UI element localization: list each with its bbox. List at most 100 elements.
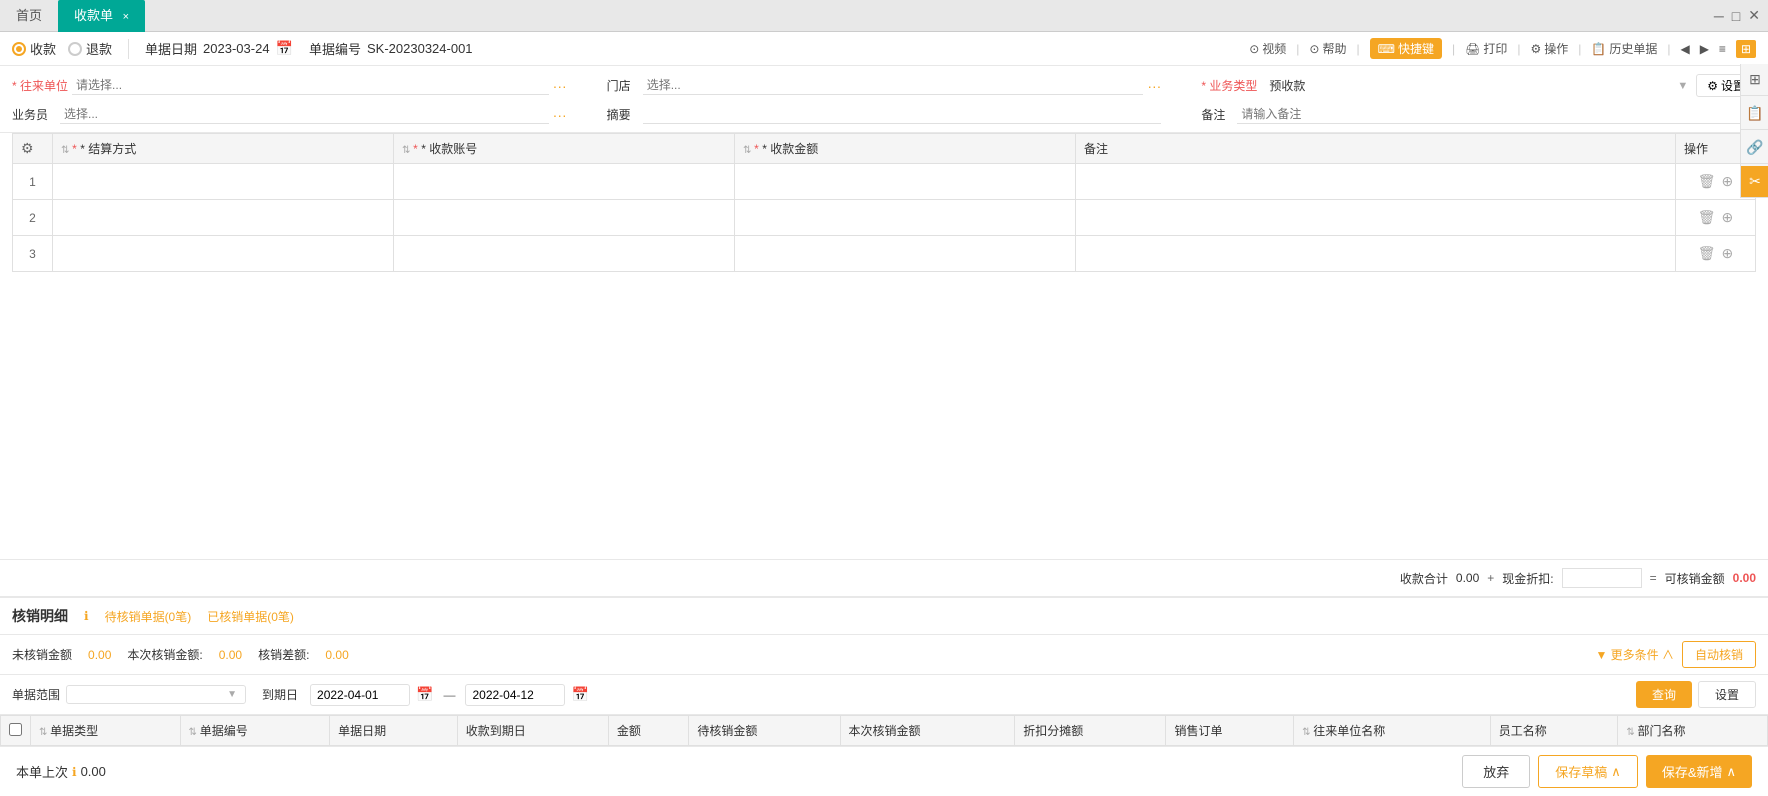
footer-actions: 放弃 保存草稿 ∧ 保存&新增 ∧ — [1462, 755, 1752, 788]
date-from-input[interactable] — [310, 684, 410, 706]
tab-home[interactable]: 首页 — [0, 0, 58, 32]
delete-icon[interactable]: 🗑 — [1698, 209, 1716, 226]
receipt-refund-toggle: 收款 退款 — [12, 39, 112, 58]
sort-icon: ⇅ — [61, 145, 72, 156]
col-due: 收款到期日 — [457, 716, 608, 746]
settlement-cell[interactable] — [53, 200, 394, 236]
video-btn[interactable]: ⊙ 视频 — [1249, 40, 1286, 57]
biz-type-chevron[interactable]: ▼ — [1677, 80, 1688, 92]
save-chevron-icon: ∧ — [1726, 764, 1736, 780]
done-tab[interactable]: 已核销单据(0笔) — [207, 608, 294, 625]
range-select[interactable]: ▼ — [66, 685, 246, 704]
calendar-to-icon[interactable]: 📅 — [571, 686, 588, 703]
copy-icon[interactable]: ⊕ — [1722, 209, 1734, 226]
verify-title: 核销明细 — [12, 606, 68, 626]
store-more-icon[interactable]: ··· — [1147, 78, 1161, 94]
nav-next[interactable]: ▶ — [1700, 42, 1709, 56]
amount-cell[interactable] — [735, 164, 1076, 200]
minimize-btn[interactable]: ─ — [1714, 8, 1724, 24]
abandon-btn[interactable]: 放弃 — [1462, 755, 1530, 788]
remark-label: 备注 — [1201, 106, 1225, 123]
copy-icon[interactable]: ⊕ — [1722, 173, 1734, 190]
counterpart-more-icon[interactable]: ··· — [553, 78, 567, 94]
verify-info-icon[interactable]: ℹ — [84, 609, 89, 623]
remark-cell[interactable] — [1076, 164, 1676, 200]
nav-list[interactable]: ≡ — [1719, 42, 1726, 56]
maximize-btn[interactable]: □ — [1732, 8, 1740, 24]
discount-input[interactable] — [1562, 568, 1642, 588]
receipt-table-area: ⚙ ⇅ * * 结算方式 ⇅ * * 收款账号 ⇅ * — [0, 133, 1768, 559]
settlement-cell[interactable] — [53, 164, 394, 200]
query-btn[interactable]: 查询 — [1636, 681, 1692, 708]
refund-radio-dot — [68, 42, 82, 56]
settings-col: ⚙ — [13, 134, 53, 164]
tab-receipt[interactable]: 收款单 × — [58, 0, 145, 32]
col-current: 本次核销金额 — [840, 716, 1015, 746]
amount-cell[interactable] — [735, 200, 1076, 236]
staff-more-icon[interactable]: ··· — [553, 107, 567, 123]
sidebar-edit-icon[interactable]: ✂ — [1741, 166, 1768, 198]
table-row: 1 🗑 ⊕ — [13, 164, 1756, 200]
remark-input[interactable] — [1237, 105, 1756, 124]
col-dept: ⇅ 部门名称 — [1618, 716, 1768, 746]
filter-row: 未核销金额 0.00 本次核销金额: 0.00 核销差额: 0.00 ▼ 更多条… — [0, 635, 1768, 675]
staff-field: 业务员 ··· — [12, 105, 567, 124]
col-checkbox — [1, 716, 31, 746]
account-cell[interactable] — [394, 164, 735, 200]
account-cell[interactable] — [394, 200, 735, 236]
refund-radio[interactable]: 退款 — [68, 39, 112, 58]
store-input[interactable] — [643, 76, 1144, 95]
receipt-table: ⚙ ⇅ * * 结算方式 ⇅ * * 收款账号 ⇅ * — [12, 133, 1756, 272]
footer-info-icon[interactable]: ℹ — [72, 765, 77, 779]
calendar-icon[interactable]: 📅 — [276, 40, 293, 57]
col-number: ⇅ 单据编号 — [180, 716, 330, 746]
doc-num-field: 单据编号 SK-20230324-001 — [309, 39, 473, 58]
sidebar-table-icon[interactable]: ⊞ — [1741, 64, 1768, 96]
shortcut-btn[interactable]: ⌨ 快捷键 — [1370, 38, 1442, 59]
tab-close-icon[interactable]: × — [123, 11, 129, 23]
settlement-cell[interactable] — [53, 236, 394, 272]
calendar-from-icon[interactable]: 📅 — [416, 686, 433, 703]
delete-icon[interactable]: 🗑 — [1698, 245, 1716, 262]
copy-icon[interactable]: ⊕ — [1722, 245, 1734, 262]
col-discount: 折扣分摊额 — [1015, 716, 1166, 746]
account-cell[interactable] — [394, 236, 735, 272]
auto-verify-btn[interactable]: 自动核销 — [1682, 641, 1756, 668]
col-account: ⇅ * * 收款账号 — [394, 134, 735, 164]
save-new-btn[interactable]: 保存&新增 ∧ — [1646, 755, 1752, 788]
history-btn[interactable]: 📋 历史单据 — [1591, 40, 1657, 57]
col-amount: 金额 — [608, 716, 689, 746]
remark-cell[interactable] — [1076, 236, 1676, 272]
sidebar-list-icon[interactable]: 📋 — [1741, 98, 1768, 130]
print-btn[interactable]: 🖨 打印 — [1465, 40, 1507, 57]
help-btn[interactable]: ⊙ 帮助 — [1309, 40, 1346, 57]
date-to-input[interactable] — [465, 684, 565, 706]
table-settings-btn[interactable]: 设置 — [1698, 681, 1756, 708]
more-filter-btn[interactable]: ▼ 更多条件 ∧ — [1595, 646, 1674, 663]
biz-type-field: 业务类型 预收款 ▼ ⚙ 设置 — [1201, 74, 1756, 97]
delete-icon[interactable]: 🗑 — [1698, 173, 1716, 190]
range-label: 单据范围 — [12, 686, 60, 703]
counterpart-input[interactable] — [72, 76, 549, 95]
nav-prev[interactable]: ◀ — [1680, 42, 1689, 56]
save-draft-btn[interactable]: 保存草稿 ∧ — [1538, 755, 1638, 788]
col-counterpart: ⇅ 往来单位名称 — [1294, 716, 1491, 746]
pending-tab[interactable]: 待核销单据(0笔) — [105, 608, 192, 625]
receipt-radio[interactable]: 收款 — [12, 39, 56, 58]
amount-cell[interactable] — [735, 236, 1076, 272]
close-btn[interactable]: ✕ — [1748, 7, 1760, 24]
select-all-checkbox[interactable] — [9, 723, 22, 736]
due-date-field: 到期日 📅 — 📅 — [262, 684, 589, 706]
date-field: 单据日期 2023-03-24 📅 — [145, 39, 293, 58]
operation-btn[interactable]: ⚙ 操作 — [1530, 40, 1568, 57]
toolbar-actions: ⊙ 视频 | ⊙ 帮助 | ⌨ 快捷键 | 🖨 打印 | ⚙ 操作 | 📋 历史… — [1249, 38, 1756, 59]
receipt-radio-dot — [12, 42, 26, 56]
nav-grid[interactable]: ⊞ — [1736, 40, 1756, 58]
memo-input[interactable] — [643, 105, 1162, 124]
staff-label: 业务员 — [12, 106, 48, 123]
sidebar-link-icon[interactable]: 🔗 — [1741, 132, 1768, 164]
remark-cell[interactable] — [1076, 200, 1676, 236]
staff-input[interactable] — [60, 105, 549, 124]
table-settings-icon[interactable]: ⚙ — [21, 140, 34, 156]
search-actions: 查询 设置 — [1636, 681, 1756, 708]
